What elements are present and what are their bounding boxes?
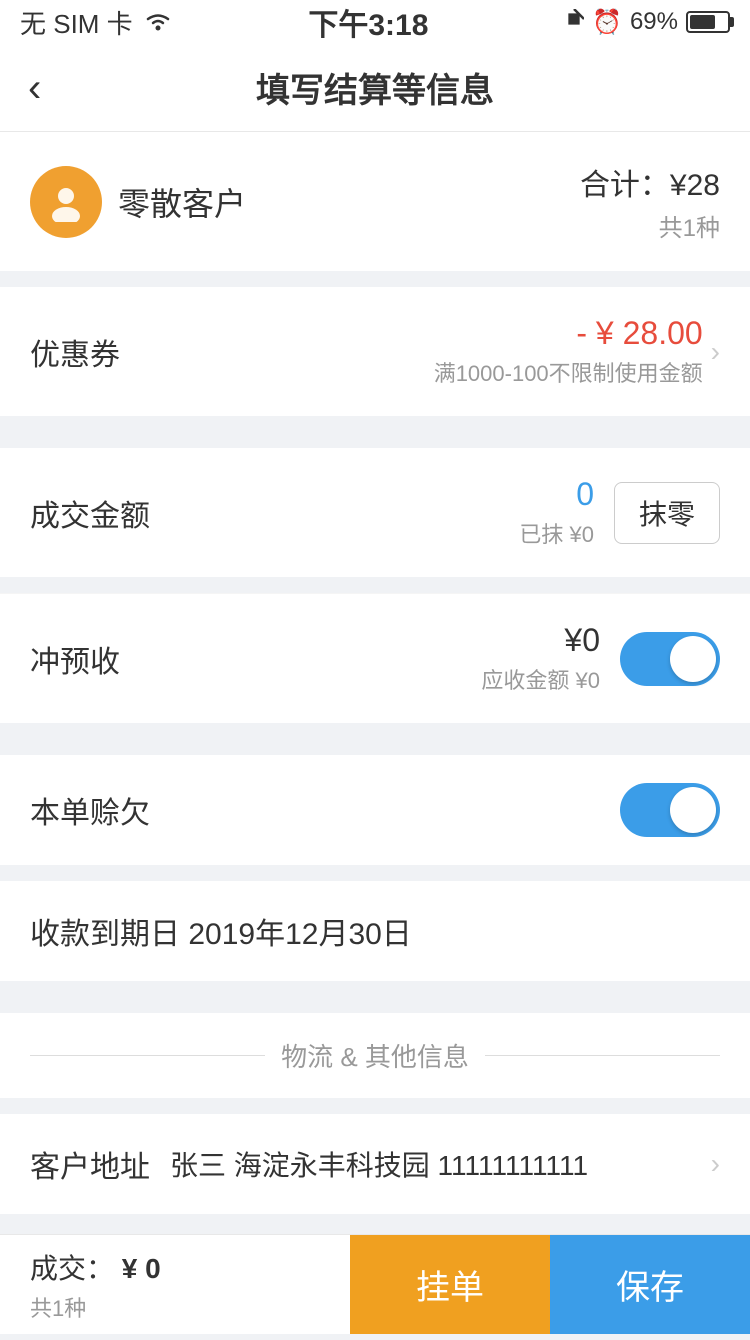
- customer-left: 零散客户: [30, 166, 246, 238]
- debt-label: 本单赊欠: [30, 788, 150, 832]
- total-amount: 合计：¥28: [580, 160, 720, 204]
- alarm-icon: ⏰: [592, 8, 622, 37]
- bottom-bar: 成交： ¥ 0 共1种 挂单 保存: [0, 1234, 750, 1334]
- coupon-label: 优惠券: [30, 330, 120, 374]
- save-button[interactable]: 保存: [550, 1235, 750, 1334]
- due-date-section: 收款到期日 2019年12月30日: [0, 881, 750, 981]
- debt-section: 本单赊欠: [0, 755, 750, 865]
- customer-right: 合计：¥28 共1种: [580, 160, 720, 243]
- prepay-amount-value: ¥0: [481, 622, 600, 659]
- customer-section: 零散客户 合计：¥28 共1种: [0, 132, 750, 271]
- avatar: [30, 166, 102, 238]
- deal-amount-section: 成交金额 0 已抹 ¥0 抹零: [0, 448, 750, 577]
- wifi-icon: [143, 7, 173, 38]
- back-button[interactable]: ‹: [28, 68, 41, 108]
- status-right: ⏰ 69%: [564, 8, 730, 37]
- logistics-label: 物流 & 其他信息: [281, 1037, 469, 1074]
- section-divider-1: [0, 432, 750, 448]
- logistics-header: 物流 & 其他信息: [0, 1013, 750, 1098]
- debt-toggle-knob: [670, 787, 716, 833]
- coupon-chevron-icon: ›: [711, 336, 720, 368]
- coupon-section[interactable]: 优惠券 - ¥ 28.00 满1000-100不限制使用金额 ›: [0, 287, 750, 416]
- prepay-value-block: ¥0 应收金额 ¥0: [481, 622, 600, 695]
- deal-amount-right: 0 已抹 ¥0 抹零: [519, 476, 720, 549]
- prepay-label: 冲预收: [30, 637, 120, 681]
- carrier-text: 无 SIM 卡: [20, 4, 133, 41]
- bottom-buttons: 挂单 保存: [350, 1235, 750, 1334]
- location-icon: [564, 8, 584, 36]
- bottom-deal-label: 成交：: [30, 1253, 114, 1284]
- deal-amount-value: 0: [519, 476, 594, 513]
- coupon-description: 满1000-100不限制使用金额: [434, 356, 703, 388]
- debt-toggle[interactable]: [620, 783, 720, 837]
- section-divider-3: [0, 997, 750, 1013]
- address-section[interactable]: 客户地址 张三 海淀永丰科技园 11111111111 ›: [0, 1114, 750, 1214]
- status-bar: 无 SIM 卡 下午3:18 ⏰ 69%: [0, 0, 750, 44]
- logistics-divider-left: [30, 1055, 265, 1056]
- deal-amount-label: 成交金额: [30, 491, 150, 535]
- hang-button[interactable]: 挂单: [350, 1235, 550, 1334]
- toggle-knob: [670, 636, 716, 682]
- deal-value-block: 0 已抹 ¥0: [519, 476, 594, 549]
- address-chevron-icon: ›: [711, 1148, 720, 1180]
- coupon-value-block: - ¥ 28.00 满1000-100不限制使用金额: [434, 315, 703, 388]
- address-key-label: 客户地址: [30, 1142, 150, 1186]
- coupon-discount: - ¥ 28.00: [434, 315, 703, 352]
- bottom-info: 成交： ¥ 0 共1种: [0, 1235, 350, 1334]
- address-value: 张三 海淀永丰科技园 11111111111: [170, 1144, 711, 1184]
- page-title: 填写结算等信息: [256, 63, 494, 112]
- prepay-receivable-label: 应收金额 ¥0: [481, 663, 600, 695]
- status-time: 下午3:18: [308, 0, 428, 44]
- battery-percent: 69%: [630, 8, 678, 36]
- round-button[interactable]: 抹零: [614, 482, 720, 544]
- due-date-text: 收款到期日 2019年12月30日: [30, 909, 720, 953]
- coupon-right: - ¥ 28.00 满1000-100不限制使用金额 ›: [434, 315, 720, 388]
- prepay-right: ¥0 应收金额 ¥0: [481, 622, 720, 695]
- nav-bar: ‹ 填写结算等信息: [0, 44, 750, 132]
- status-left: 无 SIM 卡: [20, 4, 173, 41]
- logistics-section: 物流 & 其他信息: [0, 1013, 750, 1098]
- content-area: 零散客户 合计：¥28 共1种 优惠券 - ¥ 28.00 满1000-100不…: [0, 132, 750, 1340]
- section-divider-2: [0, 739, 750, 755]
- bottom-deal-row: 成交： ¥ 0: [30, 1247, 350, 1287]
- prepay-toggle[interactable]: [620, 632, 720, 686]
- logistics-divider-right: [485, 1055, 720, 1056]
- deal-rounding-label: 已抹 ¥0: [519, 517, 594, 549]
- customer-name: 零散客户: [118, 179, 246, 225]
- prepay-section: 冲预收 ¥0 应收金额 ¥0: [0, 593, 750, 723]
- battery-icon: [686, 11, 730, 33]
- total-count: 共1种: [580, 208, 720, 243]
- bottom-count: 共1种: [30, 1291, 350, 1323]
- bottom-deal-amount: ¥ 0: [122, 1253, 161, 1284]
